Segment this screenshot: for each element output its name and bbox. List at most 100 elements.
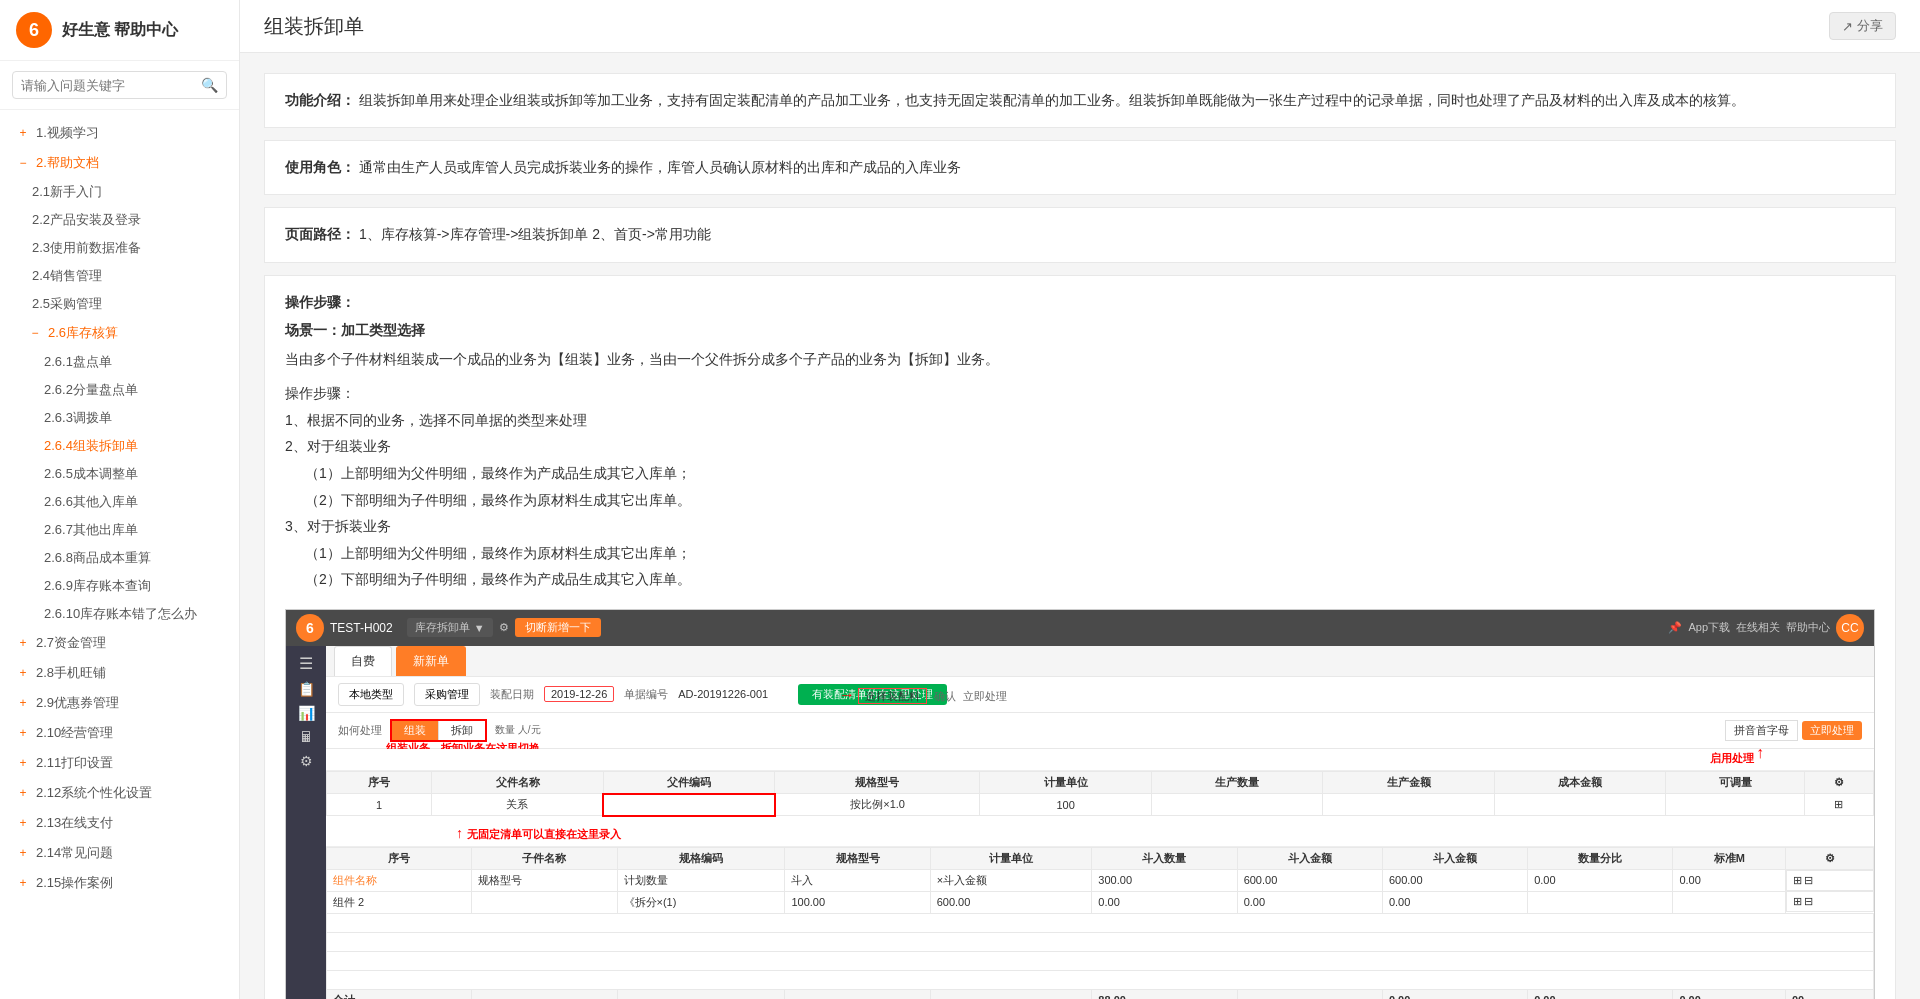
ss-type-tab1[interactable]: 组装 (392, 721, 438, 740)
share-icon: ↗ (1842, 19, 1853, 34)
sidebar-sub-xinshou[interactable]: 2.1新手入门 (0, 178, 239, 206)
ss-type-tab2[interactable]: 拆卸 (438, 721, 485, 740)
plus-icon-dayin: + (16, 756, 30, 770)
role-text: 通常由生产人员或库管人员完成拆装业务的操作，库管人员确认原材料的出库和产成品的入… (359, 159, 961, 175)
nav-area: + 1.视频学习 − 2.帮助文档 2.1新手入门 2.2产品安装及登录 2.3… (0, 110, 239, 999)
page-title: 组装拆卸单 (264, 13, 364, 40)
ss-doc-toolbar: 本地类型 采购管理 装配日期 2019-12-26 单据编号 AD-201912… (326, 677, 1874, 713)
ss-no-value: AD-20191226-001 (678, 688, 768, 700)
table-row: 组件名称 规格型号 计划数量 斗入 ×斗入金额 300.00 600.00 60… (327, 869, 1874, 891)
sidebar-item-kucun[interactable]: − 2.6库存核算 (0, 318, 239, 348)
ss-arrow-right: → 选择装配料 确认 立即处理 (839, 686, 1007, 704)
plus-icon-shoujiban: + (16, 666, 30, 680)
sidebar-sub-269[interactable]: 2.6.9库存账本查询 (0, 572, 239, 600)
plus-icon: + (16, 126, 30, 140)
table-row: 1 关系 按比例×1.0 100 (327, 794, 1874, 816)
sidebar-sub-267[interactable]: 2.6.7其他出库单 (0, 516, 239, 544)
sidebar-sub-2610[interactable]: 2.6.10库存账本错了怎么办 (0, 600, 239, 628)
sidebar-item-zijin[interactable]: + 2.7资金管理 (0, 628, 239, 658)
sidebar-item-dayin[interactable]: + 2.11打印设置 (0, 748, 239, 778)
search-input[interactable] (21, 78, 201, 93)
table-row (327, 970, 1874, 989)
top-bar: 组装拆卸单 ↗ 分享 (240, 0, 1920, 53)
ss-annotation2-row: 启用处理 ↑ (326, 749, 1874, 771)
search-area: 🔍 (0, 61, 239, 110)
table-row (327, 951, 1874, 970)
ss-upper-table: 序号 父件名称 父件编码 规格型号 计量单位 生产数量 生产金额 成本金额 可调 (326, 771, 1874, 817)
minus-icon-kucun: − (28, 326, 42, 340)
step2-2: （2）下部明细为子件明细，最终作为原材料生成其它出库单。 (285, 487, 1875, 514)
intro-block: 功能介绍： 组装拆卸单用来处理企业组装或拆卸等加工业务，支持有固定装配清单的产品… (264, 73, 1896, 128)
sidebar-item-wenti[interactable]: + 2.14常见问题 (0, 838, 239, 868)
table-row (327, 913, 1874, 932)
sidebar-sub-anzhuang[interactable]: 2.2产品安装及登录 (0, 206, 239, 234)
ss-arrow-up: ↑ (1756, 744, 1764, 762)
sidebar-item-gexing[interactable]: + 2.12系统个性化设置 (0, 778, 239, 808)
ss-lower-table: 序号 子件名称 规格编码 规格型号 计量单位 斗入数量 斗入金额 斗入金额 数量 (326, 847, 1874, 999)
ss-annotation2-text: 启用处理 (1710, 751, 1754, 766)
sidebar-sub-266[interactable]: 2.6.6其他入库单 (0, 488, 239, 516)
sidebar-sub-261[interactable]: 2.6.1盘点单 (0, 348, 239, 376)
ss-btn-save[interactable]: 采购管理 (414, 683, 480, 706)
sidebar-item-video[interactable]: + 1.视频学习 (0, 118, 239, 148)
search-box: 🔍 (12, 71, 227, 99)
ss-input-pinyin[interactable]: 拼音首字母 (1725, 720, 1798, 741)
sidebar-item-docs[interactable]: − 2.帮助文档 (0, 148, 239, 178)
sidebar-sub-262[interactable]: 2.6.2分量盘点单 (0, 376, 239, 404)
ss-side-nav: ☰ 📋 📊 🖩 ⚙ (286, 646, 326, 999)
sidebar-item-anli[interactable]: + 2.15操作案例 (0, 868, 239, 898)
steps-area: 操作步骤： 场景一：加工类型选择 当由多个子件材料组装成一个成品的业务为【组装】… (264, 275, 1896, 999)
intro-label: 功能介绍： (285, 92, 355, 108)
intro-text: 组装拆卸单用来处理企业组装或拆卸等加工业务，支持有固定装配清单的产品加工业务，也… (359, 92, 1745, 108)
sidebar-sub-264[interactable]: 2.6.4组装拆卸单 (0, 432, 239, 460)
sidebar-sub-shuju[interactable]: 2.3使用前数据准备 (0, 234, 239, 262)
ss-confirm-btn[interactable]: 立即处理 (1802, 721, 1862, 740)
step3: 3、对于拆装业务 (285, 513, 1875, 540)
main-content: 组装拆卸单 ↗ 分享 功能介绍： 组装拆卸单用来处理企业组装或拆卸等加工业务，支… (240, 0, 1920, 999)
sidebar-sub-263[interactable]: 2.6.3调拨单 (0, 404, 239, 432)
steps-sublabel: 操作步骤： (285, 380, 1875, 407)
sidebar-item-zhifu[interactable]: + 2.13在线支付 (0, 808, 239, 838)
sidebar-item-youhui[interactable]: + 2.9优惠券管理 (0, 688, 239, 718)
ss-tab-zifei[interactable]: 自费 (334, 646, 392, 676)
scene1-desc: 当由多个子件材料组装成一个成品的业务为【组装】业务，当由一个父件拆分成多个子产品… (285, 346, 1875, 373)
ss-logo: 6 (296, 614, 324, 642)
table-row: 组件 2 《拆分×(1) 100.00 600.00 0.00 0.00 0.0… (327, 891, 1874, 913)
plus-icon-zijin: + (16, 636, 30, 650)
ss-select-btn[interactable]: 选择装配料 (858, 688, 927, 704)
sidebar-sub-xiaoshou[interactable]: 2.4销售管理 (0, 262, 239, 290)
ss-tab-xin[interactable]: 新新单 (396, 646, 466, 676)
ss-select: 库存拆卸单 ▼ (407, 618, 493, 637)
search-icon[interactable]: 🔍 (201, 77, 218, 93)
sidebar-label-kucun: 2.6库存核算 (48, 324, 118, 342)
plus-icon-gexing: + (16, 786, 30, 800)
step1: 1、根据不同的业务，选择不同单据的类型来处理 (285, 407, 1875, 434)
ss-date-value: 2019-12-26 (544, 686, 614, 702)
ss-annotation3-row: ↑ 无固定清单可以直接在这里录入 (326, 817, 1874, 847)
ss-btn-cancel[interactable]: 本地类型 (338, 683, 404, 706)
sidebar-sub-caigou[interactable]: 2.5采购管理 (0, 290, 239, 318)
path-text: 1、库存核算->库存管理->组装拆卸单 2、首页->常用功能 (359, 226, 711, 242)
sidebar-item-shoujiban[interactable]: + 2.8手机旺铺 (0, 658, 239, 688)
ss-table-lower: 序号 子件名称 规格编码 规格型号 计量单位 斗入数量 斗入金额 斗入金额 数量 (326, 847, 1874, 999)
step3-1: （1）上部明细为父件明细，最终作为原材料生成其它出库单； (285, 540, 1875, 567)
ss-arrow-annotation3: ↑ 无固定清单可以直接在这里录入 (456, 825, 621, 842)
ops-heading: 操作步骤： (285, 294, 1875, 312)
share-button[interactable]: ↗ 分享 (1829, 12, 1896, 40)
ss-enable-area: 拼音首字母 立即处理 (1725, 720, 1862, 741)
step3-2: （2）下部明细为子件明细，最终作为产成品生成其它入库单。 (285, 566, 1875, 593)
role-block: 使用角色： 通常由生产人员或库管人员完成拆装业务的操作，库管人员确认原材料的出库… (264, 140, 1896, 195)
table-row (327, 932, 1874, 951)
sidebar-sub-265[interactable]: 2.6.5成本调整单 (0, 460, 239, 488)
sidebar-item-jingying[interactable]: + 2.10经营管理 (0, 718, 239, 748)
sidebar-sub-268[interactable]: 2.6.8商品成本重算 (0, 544, 239, 572)
ss-no-label: 单据编号 (624, 687, 668, 702)
ss-type-row: 如何处理 组装 拆卸 数量 人/元 组装业务、拆卸业务在这里切换 (326, 713, 1874, 749)
step-list: 1、根据不同的业务，选择不同单据的类型来处理 2、对于组装业务 （1）上部明细为… (285, 407, 1875, 593)
logo-text: 好生意 帮助中心 (62, 20, 178, 41)
plus-icon-jingying: + (16, 726, 30, 740)
sidebar-label-docs: 2.帮助文档 (36, 154, 99, 172)
ss-avatar: CC (1836, 614, 1864, 642)
step2-1: （1）上部明细为父件明细，最终作为产成品生成其它入库单； (285, 460, 1875, 487)
logo-area: 6 好生意 帮助中心 (0, 0, 239, 61)
